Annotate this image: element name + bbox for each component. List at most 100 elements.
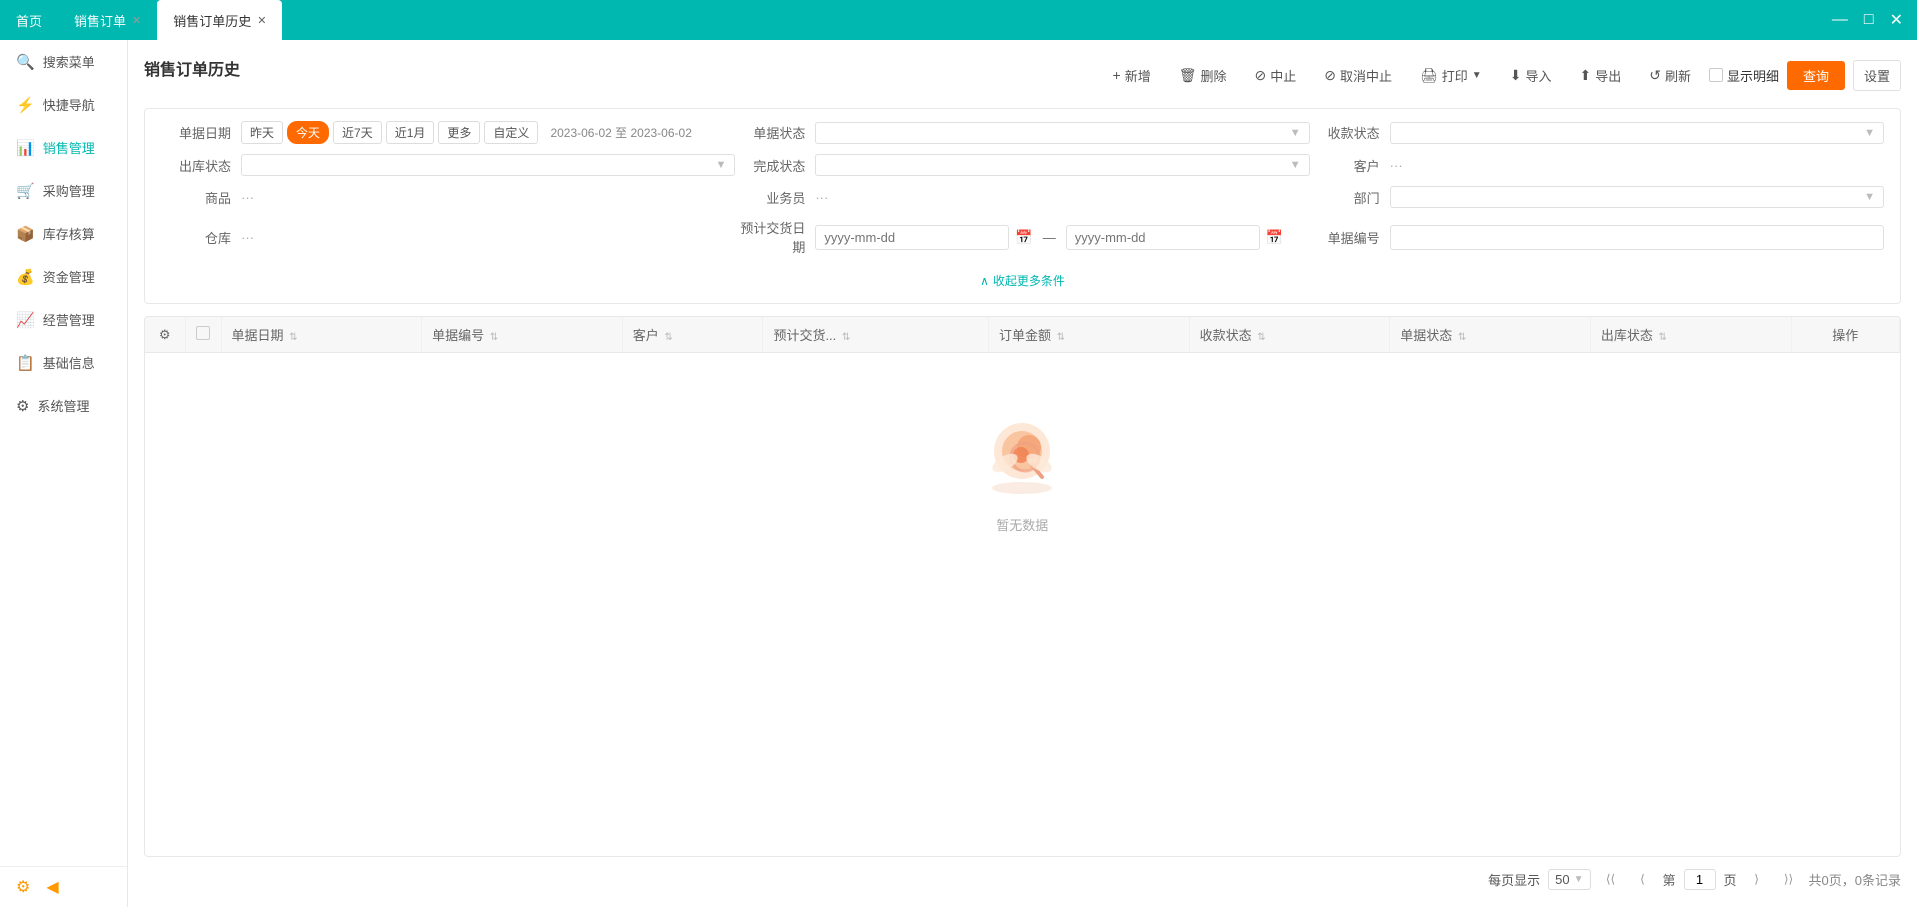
top-nav: 首页 销售订单 ✕ 销售订单历史 ✕ — □ ✕ [0, 0, 1917, 40]
payment-status-select[interactable]: ▼ [1390, 122, 1884, 144]
settings-bottom-icon[interactable]: ⚙ [16, 877, 30, 897]
payment-status-control[interactable]: ▼ [1390, 122, 1884, 144]
department-control[interactable]: ▼ [1390, 186, 1884, 208]
table-body: 暂无数据 [145, 353, 1900, 595]
query-button[interactable]: 查询 [1787, 61, 1845, 90]
sidebar-item-search[interactable]: 🔍 搜索菜单 [0, 40, 127, 83]
new-button-label: 新增 [1125, 66, 1151, 85]
setting-button[interactable]: 设置 [1853, 60, 1901, 91]
last-page-btn[interactable]: ⟩⟩ [1777, 867, 1801, 891]
th-outbound-status[interactable]: 出库状态 ⇅ [1590, 317, 1791, 353]
collapse-bar[interactable]: ∧ 收起更多条件 [161, 266, 1884, 291]
th-customer[interactable]: 客户 ⇅ [622, 317, 763, 353]
product-ellipsis[interactable]: ··· [241, 190, 254, 205]
tab-home-label: 首页 [16, 11, 42, 30]
delete-button[interactable]: 🗑 删除 [1169, 61, 1237, 90]
current-page-input[interactable] [1684, 869, 1716, 890]
tab-sales-order[interactable]: 销售订单 ✕ [58, 0, 157, 40]
customer-ellipsis[interactable]: ··· [1390, 158, 1403, 173]
display-detail-checkbox[interactable] [1709, 68, 1723, 82]
cancel-stop-button-label: 取消中止 [1340, 66, 1392, 85]
export-button[interactable]: ⬆ 导出 [1569, 61, 1631, 90]
th-customer-label: 客户 [633, 328, 659, 343]
sort-payment-status-icon: ⇅ [1257, 332, 1265, 343]
order-number-label: 单据编号 [1310, 228, 1390, 247]
tab-sales-history-close[interactable]: ✕ [257, 14, 266, 27]
outbound-status-control[interactable]: ▼ [241, 154, 735, 176]
new-button[interactable]: + 新增 [1103, 61, 1161, 90]
customer-control[interactable]: ··· [1390, 158, 1884, 173]
salesperson-control[interactable]: ··· [815, 190, 1309, 205]
sidebar-item-basic-info[interactable]: 📋 基础信息 [0, 341, 127, 384]
order-number-control[interactable] [1390, 225, 1884, 250]
date-btn-more[interactable]: 更多 [438, 121, 480, 144]
stop-button[interactable]: ⊘ 中止 [1245, 61, 1307, 90]
delivery-date-to[interactable] [1066, 225, 1260, 250]
delivery-date-from[interactable] [815, 225, 1009, 250]
tab-sales-history[interactable]: 销售订单历史 ✕ [157, 0, 282, 40]
sidebar: 🔍 搜索菜单 ⚡ 快捷导航 📊 销售管理 🛒 采购管理 📦 库存核算 💰 资金管… [0, 40, 128, 907]
export-icon: ⬆ [1579, 67, 1591, 84]
prev-page-btn[interactable]: ⟨ [1631, 867, 1655, 891]
warehouse-ellipsis[interactable]: ··· [241, 230, 254, 245]
payment-status-arrow: ▼ [1864, 127, 1875, 139]
sidebar-item-operations[interactable]: 📈 经营管理 [0, 298, 127, 341]
maximize-btn[interactable]: □ [1860, 7, 1878, 33]
th-operations: 操作 [1791, 317, 1899, 353]
sort-order-number-icon: ⇅ [490, 332, 498, 343]
department-select[interactable]: ▼ [1390, 186, 1884, 208]
sidebar-item-quicknav[interactable]: ⚡ 快捷导航 [0, 83, 127, 126]
cancel-stop-button[interactable]: ⊘ 取消中止 [1314, 61, 1402, 90]
display-detail-toggle[interactable]: 显示明细 [1709, 66, 1779, 85]
print-button[interactable]: 🖨 打印 ▼ [1410, 61, 1492, 90]
first-page-btn[interactable]: ⟨⟨ [1599, 867, 1623, 891]
calendar-to-icon[interactable]: 📅 [1266, 229, 1283, 246]
salesperson-ellipsis[interactable]: ··· [815, 190, 828, 205]
date-btn-yesterday[interactable]: 昨天 [241, 121, 283, 144]
sidebar-item-sales[interactable]: 📊 销售管理 [0, 126, 127, 169]
select-all-checkbox[interactable] [196, 326, 210, 340]
order-status-select[interactable]: ▼ [815, 122, 1309, 144]
refresh-button[interactable]: ↺ 刷新 [1639, 61, 1701, 90]
outbound-status-select[interactable]: ▼ [241, 154, 735, 176]
th-settings[interactable]: ⚙ [145, 317, 185, 353]
collapse-text: 收起更多条件 [993, 272, 1065, 289]
close-btn[interactable]: ✕ [1886, 6, 1907, 34]
date-btn-7days[interactable]: 近7天 [333, 121, 382, 144]
date-btn-today[interactable]: 今天 [287, 121, 329, 144]
sidebar-item-inventory[interactable]: 📦 库存核算 [0, 212, 127, 255]
th-order-status[interactable]: 单据状态 ⇅ [1390, 317, 1591, 353]
next-page-btn[interactable]: ⟩ [1745, 867, 1769, 891]
minimize-btn[interactable]: — [1828, 7, 1852, 33]
date-btn-custom[interactable]: 自定义 [484, 121, 538, 144]
th-checkbox[interactable] [185, 317, 221, 353]
page-size-selector[interactable]: 50 ▼ [1548, 869, 1590, 890]
sidebar-item-system[interactable]: ⚙ 系统管理 [0, 384, 127, 427]
tab-sales-order-close[interactable]: ✕ [132, 14, 141, 27]
product-control[interactable]: ··· [241, 190, 735, 205]
completion-status-control[interactable]: ▼ [815, 154, 1309, 176]
calendar-from-icon[interactable]: 📅 [1015, 229, 1032, 246]
collapse-sidebar-icon[interactable]: ◀ [46, 877, 58, 897]
warehouse-control[interactable]: ··· [241, 230, 735, 245]
th-order-number[interactable]: 单据编号 ⇅ [422, 317, 623, 353]
date-btn-1month[interactable]: 近1月 [386, 121, 435, 144]
sidebar-item-purchase[interactable]: 🛒 采购管理 [0, 169, 127, 212]
money-icon: 💰 [16, 268, 35, 286]
sort-expected-delivery-icon: ⇅ [842, 332, 850, 343]
th-order-date[interactable]: 单据日期 ⇅ [221, 317, 422, 353]
tab-home[interactable]: 首页 [0, 0, 58, 40]
column-settings-icon[interactable]: ⚙ [159, 327, 171, 342]
completion-status-select[interactable]: ▼ [815, 154, 1309, 176]
order-status-control[interactable]: ▼ [815, 122, 1309, 144]
order-number-input[interactable] [1390, 225, 1884, 250]
sidebar-item-finance[interactable]: 💰 资金管理 [0, 255, 127, 298]
delete-button-label: 删除 [1200, 66, 1226, 85]
th-expected-delivery[interactable]: 预计交货... ⇅ [763, 317, 989, 353]
th-order-amount[interactable]: 订单金额 ⇅ [989, 317, 1190, 353]
completion-status-label: 完成状态 [735, 156, 815, 175]
th-payment-status[interactable]: 收款状态 ⇅ [1189, 317, 1390, 353]
delivery-date-control: 📅 — 📅 [815, 225, 1309, 250]
import-button[interactable]: ⬇ 导入 [1500, 61, 1562, 90]
lightning-icon: ⚡ [16, 96, 35, 114]
